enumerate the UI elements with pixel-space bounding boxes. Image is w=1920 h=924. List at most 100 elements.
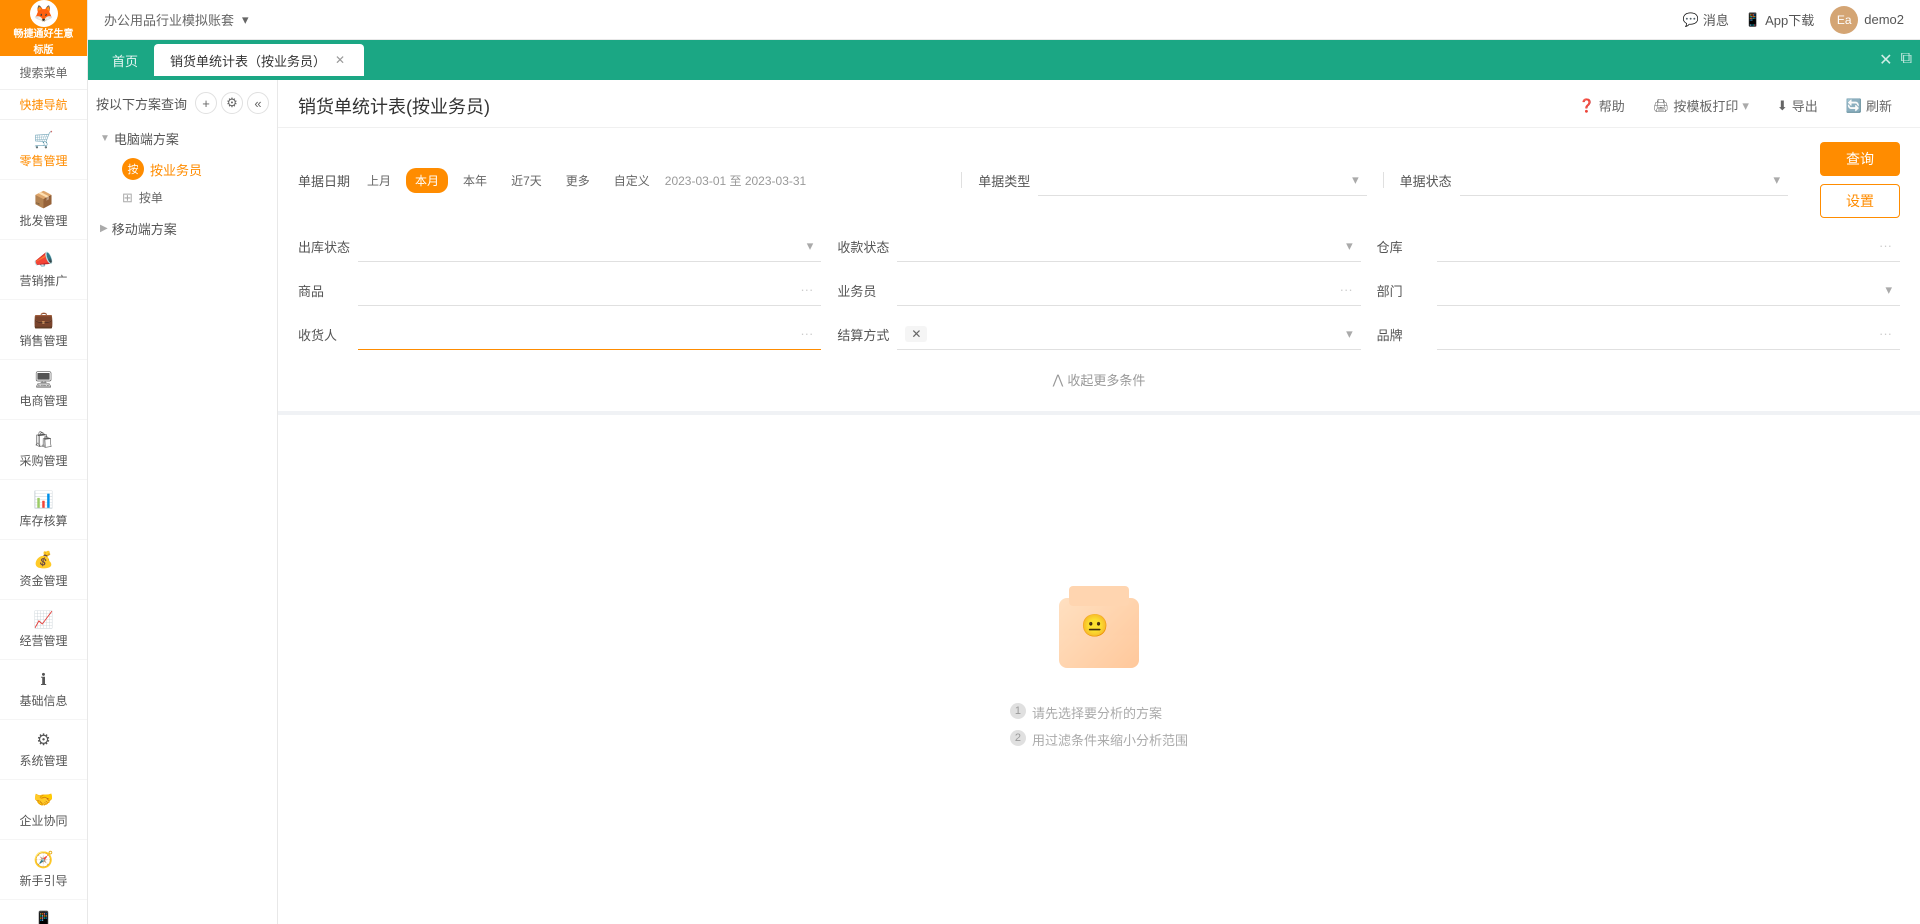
warehouse-dots-icon[interactable]: ··· — [1879, 238, 1892, 253]
user-menu[interactable]: Ea demo2 — [1830, 6, 1904, 34]
sidebar-item-newbie[interactable]: 🧭 新手引导 — [0, 840, 87, 900]
scheme-salesperson-label: 按业务员 — [150, 160, 202, 179]
refresh-button[interactable]: 🔄 刷新 — [1838, 92, 1900, 119]
salesperson-control[interactable]: ··· — [897, 274, 1360, 306]
scheme-by-salesperson[interactable]: 按 按业务员 — [116, 153, 269, 185]
goods-dots-icon[interactable]: ··· — [800, 282, 813, 297]
sidebar-item-sales[interactable]: 💼 销售管理 — [0, 300, 87, 360]
collapse-filters-button[interactable]: ⋀ 收起更多条件 — [298, 362, 1900, 397]
sidebar-item-operation[interactable]: 📈 经营管理 — [0, 600, 87, 660]
export-button[interactable]: ⬇ 导出 — [1769, 92, 1826, 119]
out-status-label: 出库状态 — [298, 237, 350, 256]
bill-type-label: 单据类型 — [978, 171, 1030, 190]
quick-nav[interactable]: 快捷导航 — [0, 90, 87, 120]
salesperson-dots-icon[interactable]: ··· — [1340, 282, 1353, 297]
date-last7[interactable]: 近7天 — [502, 168, 551, 193]
receiver-control[interactable]: ··· — [358, 318, 821, 350]
out-status-arrow-icon: ▾ — [807, 238, 814, 254]
tree-arrow-down-icon: ▼ — [100, 133, 110, 144]
help-button[interactable]: ❓ 帮助 — [1571, 92, 1633, 119]
department-control[interactable]: ▾ — [1437, 274, 1900, 306]
collect-status-control[interactable]: ▾ — [897, 230, 1360, 262]
add-scheme-button[interactable]: + — [195, 92, 217, 114]
date-this-year[interactable]: 本年 — [454, 168, 496, 193]
logo-icon: 🦊 — [30, 0, 58, 27]
empty-face-icon: 😐 — [1081, 613, 1108, 639]
tab-home[interactable]: 首页 — [96, 44, 154, 76]
filter-area: 单据日期 上月 本月 本年 近7天 更多 自定义 2023-03-01 至 20… — [278, 128, 1920, 411]
mobile-scheme-toggle[interactable]: ▶ 移动端方案 — [96, 214, 269, 243]
sidebar-item-inventory[interactable]: 📊 库存核算 — [0, 480, 87, 540]
bill-type-arrow-icon: ▾ — [1352, 172, 1359, 188]
newbie-icon: 🧭 — [34, 850, 54, 870]
operation-icon: 📈 — [34, 610, 54, 630]
template-print-button[interactable]: 🖨 按模板打印 ▾ — [1645, 92, 1757, 119]
brand-control[interactable]: ··· — [1437, 318, 1900, 350]
payment-method-control[interactable]: ✕ ▾ — [897, 318, 1360, 350]
tab-close-icon[interactable]: ✕ — [332, 52, 348, 68]
sidebar-item-wholesale-label: 批发管理 — [19, 212, 67, 229]
breadcrumb-arrow-icon[interactable]: ▾ — [242, 12, 249, 28]
wholesale-icon: 📦 — [34, 190, 54, 210]
sidebar-item-system-label: 系统管理 — [19, 752, 67, 769]
empty-tip-2-text: 用过滤条件来缩小分析范围 — [1032, 730, 1188, 749]
payment-tag-x-icon[interactable]: ✕ — [911, 327, 921, 341]
bill-status-control[interactable]: ▾ — [1460, 164, 1788, 196]
receiver-dots-icon[interactable]: ··· — [800, 326, 813, 341]
user-label: demo2 — [1864, 12, 1904, 27]
left-panel-title: 按以下方案查询 — [96, 94, 187, 113]
sidebar-item-basic[interactable]: ℹ 基础信息 — [0, 660, 87, 720]
sidebar-item-enterprise[interactable]: 🤝 企业协同 — [0, 780, 87, 840]
template-print-arrow-icon: ▾ — [1742, 98, 1749, 114]
settings-button[interactable]: 设置 — [1820, 184, 1900, 218]
export-label: 导出 — [1792, 96, 1818, 115]
marketing-icon: 📣 — [34, 250, 54, 270]
date-more[interactable]: 更多 — [557, 168, 599, 193]
page-actions: ❓ 帮助 🖨 按模板打印 ▾ ⬇ 导出 🔄 刷新 — [1571, 92, 1900, 119]
sidebar-item-wholesale[interactable]: 📦 批发管理 — [0, 180, 87, 240]
sidebar-item-purchase[interactable]: 🛍 采购管理 — [0, 420, 87, 480]
filter-salesperson: 业务员 ··· — [837, 274, 1360, 306]
message-button[interactable]: 💬 消息 — [1683, 10, 1729, 29]
tab-report-label: 销货单统计表（按业务员） — [170, 51, 326, 70]
tab-report[interactable]: 销货单统计表（按业务员） ✕ — [154, 44, 364, 76]
settings-scheme-button[interactable]: ⚙ — [221, 92, 243, 114]
tab-restore-button[interactable]: ⧉ — [1901, 50, 1912, 70]
warehouse-control[interactable]: ··· — [1437, 230, 1900, 262]
collect-status-label: 收款状态 — [837, 237, 889, 256]
payment-method-tag[interactable]: ✕ — [905, 326, 927, 342]
app-download-button[interactable]: 📱 App下载 — [1745, 10, 1814, 29]
sidebar-item-retail[interactable]: 🛒 零售管理 — [0, 120, 87, 180]
sidebar-item-marketing[interactable]: 📣 营销推广 — [0, 240, 87, 300]
sidebar-item-retail-label: 零售管理 — [19, 152, 67, 169]
tip-num-2: 2 — [1010, 730, 1026, 746]
tab-close-all-button[interactable]: ✕ — [1879, 50, 1892, 70]
brand-dots-icon[interactable]: ··· — [1879, 326, 1892, 341]
avatar: Ea — [1830, 6, 1858, 34]
sidebar-item-enterprise-label: 企业协同 — [19, 812, 67, 829]
goods-control[interactable]: ··· — [358, 274, 821, 306]
bill-status-arrow-icon: ▾ — [1773, 172, 1780, 188]
collapse-panel-button[interactable]: « — [247, 92, 269, 114]
scheme-by-order[interactable]: ⊞ 按单 — [116, 185, 269, 210]
search-menu[interactable]: 搜索菜单 — [0, 56, 87, 90]
department-arrow-icon: ▾ — [1885, 282, 1892, 298]
out-status-control[interactable]: ▾ — [358, 230, 821, 262]
sidebar-item-purchase-label: 采购管理 — [19, 452, 67, 469]
page-title: 销货单统计表(按业务员) — [298, 93, 490, 119]
sidebar-item-finance[interactable]: 💰 资金管理 — [0, 540, 87, 600]
sidebar-item-appstore[interactable]: 📱 应用中心 — [0, 900, 87, 924]
message-label: 消息 — [1703, 10, 1729, 29]
desktop-scheme-toggle[interactable]: ▼ 电脑端方案 — [96, 124, 269, 153]
bill-type-control[interactable]: ▾ — [1038, 164, 1366, 196]
query-button[interactable]: 查询 — [1820, 142, 1900, 176]
sidebar-item-system[interactable]: ⚙ 系统管理 — [0, 720, 87, 780]
date-this-month[interactable]: 本月 — [406, 168, 448, 193]
date-custom[interactable]: 自定义 — [605, 168, 659, 193]
print-icon: 🖨 — [1653, 98, 1670, 114]
date-last-month[interactable]: 上月 — [358, 168, 400, 193]
sidebar-item-ecommerce[interactable]: 🖥 电商管理 — [0, 360, 87, 420]
mobile-scheme-group: ▶ 移动端方案 — [96, 214, 269, 243]
ecommerce-icon: 🖥 — [33, 370, 53, 390]
warehouse-label: 仓库 — [1377, 237, 1429, 256]
